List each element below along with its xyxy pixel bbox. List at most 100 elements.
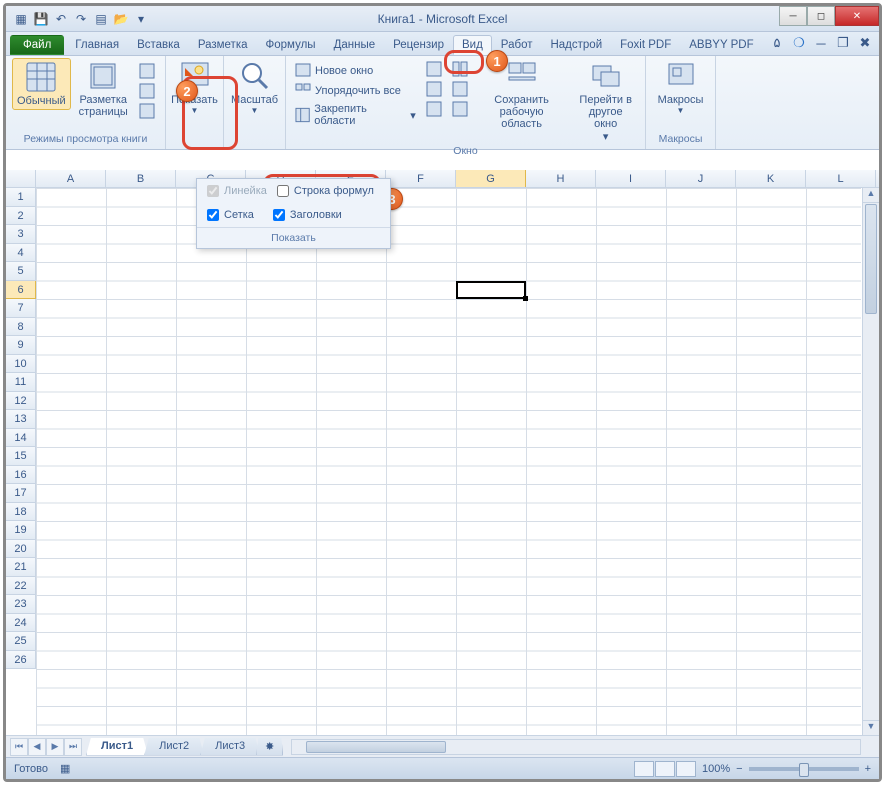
maximize-button[interactable]: ◻ (807, 6, 835, 26)
row-header[interactable]: 17 (6, 484, 36, 503)
sheet-tab[interactable]: Лист3 (200, 738, 260, 756)
tab-insert[interactable]: Вставка (128, 35, 189, 55)
row-header[interactable]: 8 (6, 318, 36, 337)
zoom-percent[interactable]: 100% (702, 763, 730, 775)
col-header[interactable]: L (806, 170, 876, 187)
qat-dropdown-icon[interactable]: ▾ (132, 10, 150, 28)
sheet-nav-first[interactable]: ⏮ (10, 738, 28, 756)
row-header[interactable]: 13 (6, 410, 36, 429)
row-header[interactable]: 14 (6, 429, 36, 448)
print-preview-icon[interactable]: ▤ (92, 10, 110, 28)
sheet-tab[interactable]: Лист2 (144, 738, 204, 756)
page-break-view-icon[interactable] (676, 761, 696, 777)
tab-abbyy[interactable]: ABBYY PDF (680, 35, 762, 55)
row-header[interactable]: 21 (6, 558, 36, 577)
undo-icon[interactable]: ↶ (52, 10, 70, 28)
row-header[interactable]: 19 (6, 521, 36, 540)
horizontal-scrollbar[interactable] (291, 739, 861, 755)
zoom-button[interactable]: Масштаб ▼ (228, 58, 282, 117)
row-header[interactable]: 20 (6, 540, 36, 559)
tab-foxit[interactable]: Foxit PDF (611, 35, 680, 55)
gridlines-checkbox[interactable]: Сетка (207, 209, 254, 221)
sync-scroll-button[interactable] (449, 80, 471, 98)
vertical-scrollbar[interactable]: ▲ ▼ (862, 188, 879, 735)
row-header[interactable]: 23 (6, 595, 36, 614)
row-header[interactable]: 3 (6, 225, 36, 244)
row-header[interactable]: 12 (6, 392, 36, 411)
row-header[interactable]: 25 (6, 632, 36, 651)
scroll-down-arrow[interactable]: ▼ (863, 720, 879, 735)
scroll-up-arrow[interactable]: ▲ (863, 188, 879, 203)
fill-handle[interactable] (523, 296, 528, 301)
arrange-all-button[interactable]: Упорядочить все (292, 82, 419, 100)
row-header[interactable]: 7 (6, 299, 36, 318)
row-header[interactable]: 15 (6, 447, 36, 466)
page-break-preview-button[interactable] (136, 62, 158, 80)
zoom-in-button[interactable]: + (865, 763, 871, 775)
row-header[interactable]: 24 (6, 614, 36, 633)
tab-file[interactable]: Файл (10, 35, 64, 55)
cells-area[interactable] (36, 188, 861, 735)
vscroll-thumb[interactable] (865, 204, 877, 314)
select-all-triangle[interactable] (6, 170, 36, 187)
sheet-nav-last[interactable]: ⏭ (64, 738, 82, 756)
col-header[interactable]: I (596, 170, 666, 187)
col-header[interactable]: A (36, 170, 106, 187)
redo-icon[interactable]: ↷ (72, 10, 90, 28)
normal-view-icon[interactable] (634, 761, 654, 777)
page-layout-view-icon[interactable] (655, 761, 675, 777)
macros-button[interactable]: Макросы ▼ (654, 58, 708, 117)
unhide-button[interactable] (423, 100, 445, 118)
doc-minimize-icon[interactable]: ─ (813, 35, 829, 51)
new-sheet-button[interactable]: ✸ (256, 738, 283, 756)
tab-view[interactable]: Вид (453, 35, 492, 55)
tab-layout[interactable]: Разметка (189, 35, 257, 55)
row-header[interactable]: 1 (6, 188, 36, 207)
tab-formulas[interactable]: Формулы (257, 35, 325, 55)
macro-record-icon[interactable]: ▦ (60, 762, 70, 775)
col-header[interactable]: F (386, 170, 456, 187)
sheet-nav-prev[interactable]: ◀ (28, 738, 46, 756)
row-header[interactable]: 26 (6, 651, 36, 670)
open-icon[interactable]: 📂 (112, 10, 130, 28)
page-layout-view-button[interactable]: Разметка страницы (75, 58, 132, 120)
normal-view-button[interactable]: Обычный (12, 58, 71, 110)
hscroll-thumb[interactable] (306, 741, 446, 753)
sheet-tab[interactable]: Лист1 (86, 738, 148, 756)
col-header[interactable]: H (526, 170, 596, 187)
row-header[interactable]: 2 (6, 207, 36, 226)
row-header[interactable]: 9 (6, 336, 36, 355)
tab-data[interactable]: Данные (325, 35, 385, 55)
minimize-ribbon-icon[interactable]: ۵ (769, 35, 785, 51)
zoom-slider[interactable] (749, 767, 859, 771)
full-screen-button[interactable] (136, 102, 158, 120)
row-header[interactable]: 6 (6, 281, 36, 300)
row-header[interactable]: 10 (6, 355, 36, 374)
row-header[interactable]: 4 (6, 244, 36, 263)
row-header[interactable]: 11 (6, 373, 36, 392)
doc-restore-icon[interactable]: ❐ (835, 35, 851, 51)
help-icon[interactable]: ❍ (791, 35, 807, 51)
zoom-out-button[interactable]: − (736, 763, 742, 775)
col-header[interactable]: K (736, 170, 806, 187)
tab-review[interactable]: Рецензир (384, 35, 453, 55)
view-side-by-side-button[interactable] (449, 60, 471, 78)
tab-addins[interactable]: Надстрой (541, 35, 611, 55)
sheet-nav-next[interactable]: ▶ (46, 738, 64, 756)
col-header[interactable]: B (106, 170, 176, 187)
save-icon[interactable]: 💾 (32, 10, 50, 28)
col-header-selected[interactable]: G (456, 170, 526, 187)
selected-cell[interactable] (456, 281, 526, 300)
formula-bar-checkbox[interactable]: Строка формул (277, 185, 374, 197)
row-header[interactable]: 5 (6, 262, 36, 281)
row-header[interactable]: 16 (6, 466, 36, 485)
tab-home[interactable]: Главная (66, 35, 128, 55)
switch-windows-button[interactable]: Перейти в другое окно ▾ (572, 58, 639, 145)
new-window-button[interactable]: Новое окно (292, 62, 419, 80)
split-button[interactable] (423, 60, 445, 78)
minimize-button[interactable]: ─ (779, 6, 807, 26)
custom-views-button[interactable] (136, 82, 158, 100)
doc-close-icon[interactable]: ✖ (857, 35, 873, 51)
col-header[interactable]: J (666, 170, 736, 187)
row-header[interactable]: 22 (6, 577, 36, 596)
